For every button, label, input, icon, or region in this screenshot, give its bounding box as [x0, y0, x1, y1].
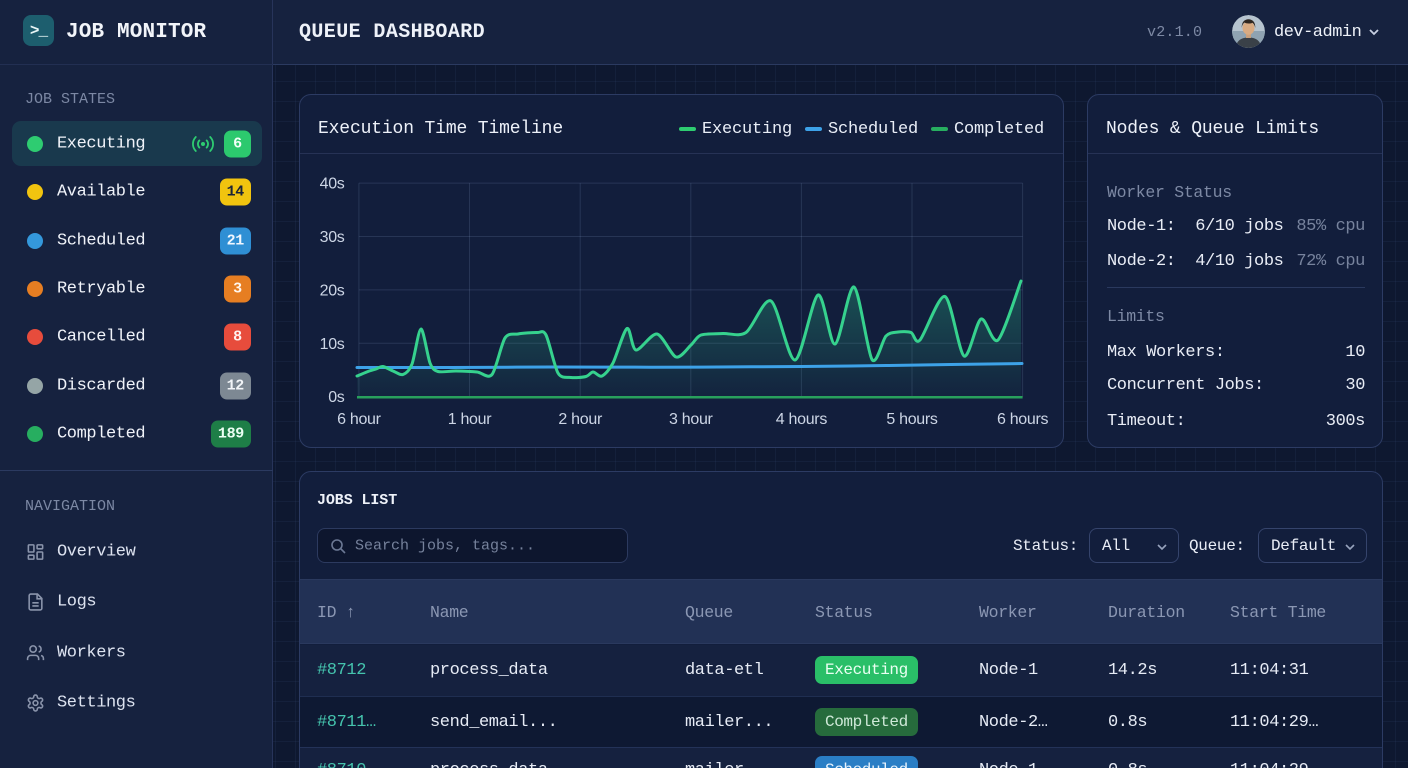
svg-text:20s: 20s: [320, 282, 345, 299]
svg-text:5 hours: 5 hours: [886, 411, 938, 428]
svg-text:2 hour: 2 hour: [558, 411, 603, 428]
svg-text:0s: 0s: [328, 389, 345, 406]
svg-text:10s: 10s: [320, 336, 345, 353]
svg-text:6 hour: 6 hour: [337, 411, 382, 428]
svg-text:6 hours: 6 hours: [997, 411, 1049, 428]
svg-text:40s: 40s: [320, 176, 345, 193]
svg-text:3 hour: 3 hour: [669, 411, 714, 428]
svg-text:4 hours: 4 hours: [776, 411, 828, 428]
svg-text:30s: 30s: [320, 229, 345, 246]
svg-text:1 hour: 1 hour: [448, 411, 493, 428]
